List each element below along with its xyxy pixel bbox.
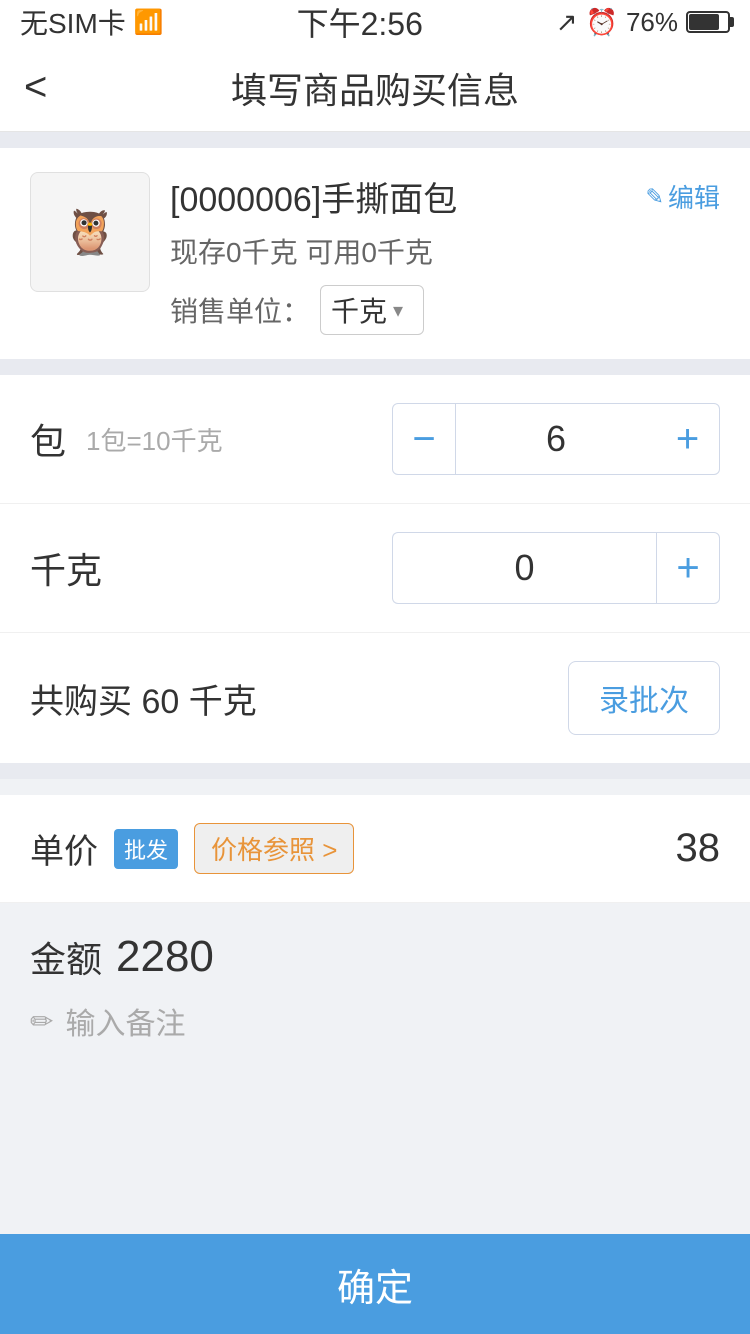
alarm-icon: ⏰	[586, 7, 618, 38]
price-row: 单价 批发 价格参照 > 38	[30, 823, 720, 874]
product-name: [0000006]手撕面包	[170, 172, 457, 221]
price-reference-button[interactable]: 价格参照 >	[194, 823, 354, 874]
product-thumbnail: 🦉	[63, 206, 118, 258]
product-name-row: [0000006]手撕面包 ✎ 编辑	[170, 172, 720, 221]
bao-minus-button[interactable]: −	[392, 403, 456, 475]
bao-quantity-row: 包 1包=10千克 − +	[0, 375, 750, 504]
page-title: 填写商品购买信息	[231, 62, 519, 114]
edit-icon: ✎	[646, 184, 664, 210]
amount-value: 2280	[116, 932, 214, 982]
bao-quantity-control: − +	[392, 403, 720, 475]
remark-row[interactable]: ✏ 输入备注	[30, 999, 720, 1043]
price-section: 单价 批发 价格参照 > 38	[0, 795, 750, 903]
kg-quantity-input[interactable]	[392, 532, 656, 604]
carrier-label: 无SIM卡	[20, 2, 126, 42]
amount-section: 金额 2280 ✏ 输入备注	[0, 903, 750, 1071]
status-bar: 无SIM卡 📶 下午2:56 ↗ ⏰ 76%	[0, 0, 750, 44]
price-value: 38	[676, 826, 721, 871]
product-unit-row: 销售单位： 千克 ▾	[170, 285, 720, 335]
kg-label: 千克	[30, 542, 392, 594]
bao-label: 包	[30, 413, 66, 465]
unit-value: 千克	[331, 290, 387, 330]
price-label: 单价	[30, 824, 98, 873]
top-divider	[0, 132, 750, 148]
product-stock: 现存0千克 可用0千克	[170, 231, 720, 271]
chevron-down-icon: ▾	[393, 298, 403, 323]
confirm-button[interactable]: 确定	[0, 1234, 750, 1334]
status-left: 无SIM卡 📶	[20, 2, 164, 42]
price-badge: 批发	[114, 829, 178, 869]
battery-percent: 76%	[626, 7, 678, 38]
bao-plus-button[interactable]: +	[656, 403, 720, 475]
kg-plus-button[interactable]: +	[656, 532, 720, 604]
kg-quantity-row: 千克 +	[0, 504, 750, 633]
amount-label: 金额	[30, 931, 102, 983]
product-image: 🦉	[30, 172, 150, 292]
summary-row: 共购买 60 千克 录批次	[0, 633, 750, 763]
bao-hint: 1包=10千克	[86, 421, 372, 458]
time-label: 下午2:56	[297, 0, 423, 45]
location-icon: ↗	[556, 7, 578, 38]
wifi-icon: 📶	[134, 8, 164, 37]
pencil-icon: ✏	[30, 1005, 53, 1038]
kg-quantity-control: +	[392, 532, 720, 604]
unit-label: 销售单位：	[170, 290, 310, 330]
product-info: [0000006]手撕面包 ✎ 编辑 现存0千克 可用0千克 销售单位： 千克 …	[170, 172, 720, 335]
edit-link[interactable]: ✎ 编辑	[646, 178, 720, 215]
product-card: 🦉 [0000006]手撕面包 ✎ 编辑 现存0千克 可用0千克 销售单位： 千…	[0, 148, 750, 359]
status-right: ↗ ⏰ 76%	[556, 7, 730, 38]
section-divider-2	[0, 763, 750, 779]
batch-button[interactable]: 录批次	[568, 661, 720, 735]
section-divider-1	[0, 359, 750, 375]
unit-selector[interactable]: 千克 ▾	[320, 285, 424, 335]
summary-text: 共购买 60 千克	[30, 674, 257, 723]
bao-quantity-input[interactable]	[456, 403, 656, 475]
edit-label: 编辑	[668, 178, 720, 215]
nav-bar: < 填写商品购买信息	[0, 44, 750, 132]
battery-icon	[686, 11, 730, 33]
remark-placeholder: 输入备注	[65, 999, 185, 1043]
amount-row: 金额 2280	[30, 931, 720, 983]
back-button[interactable]: <	[24, 65, 47, 110]
